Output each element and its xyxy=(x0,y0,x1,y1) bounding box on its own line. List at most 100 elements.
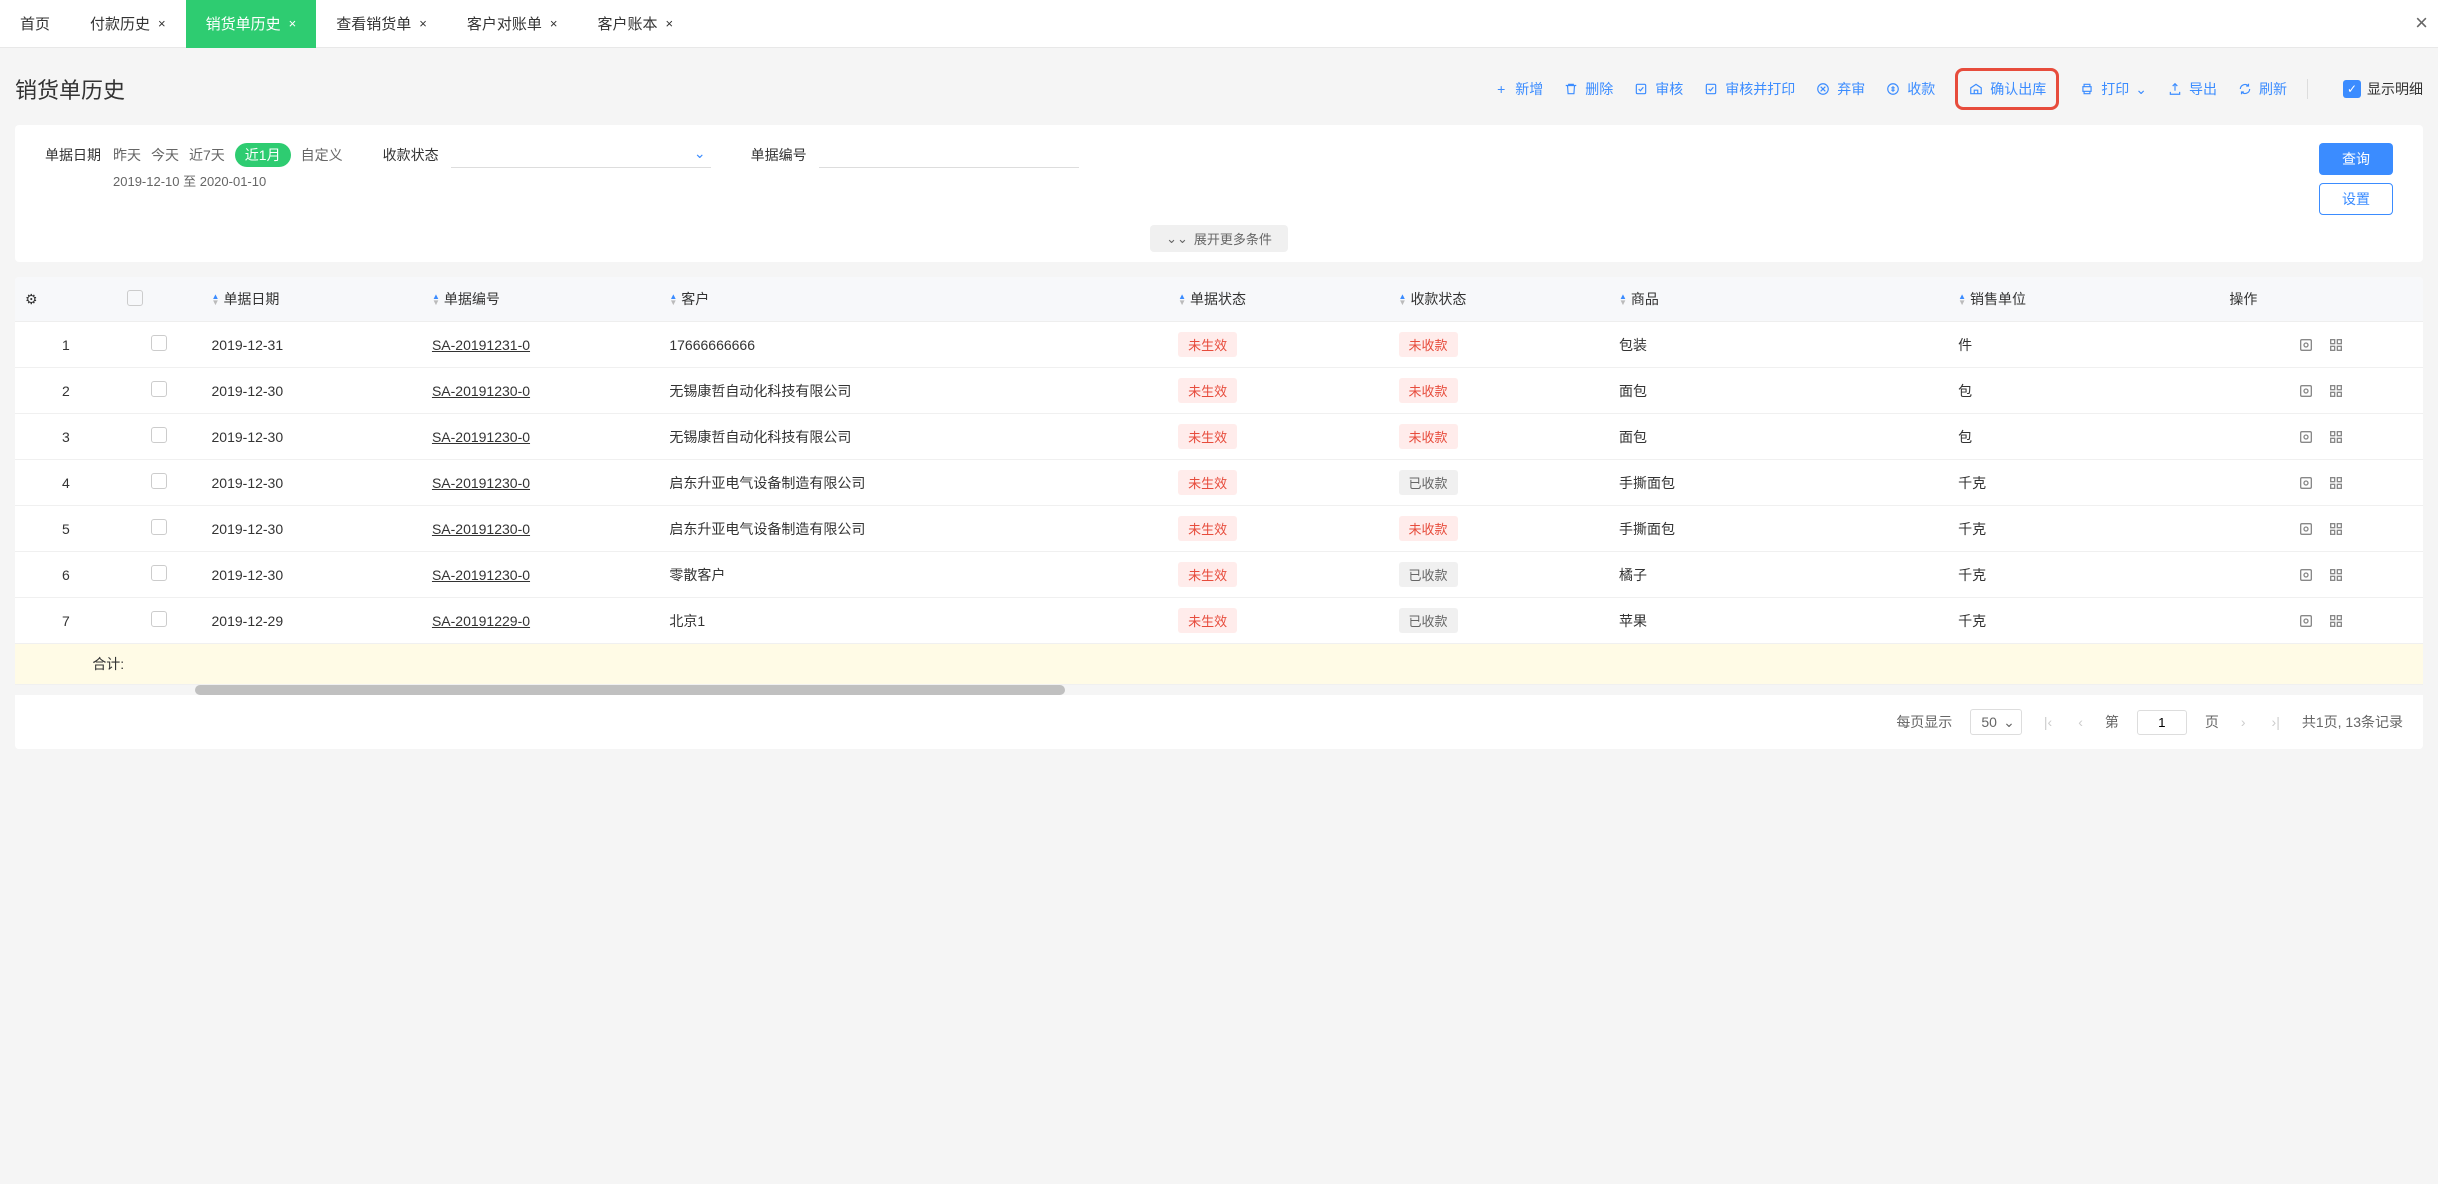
doc-no-link[interactable]: SA-20191230-0 xyxy=(432,567,530,583)
horizontal-scrollbar[interactable] xyxy=(15,685,2423,695)
cell-customer: 零散客户 xyxy=(659,552,1168,598)
row-checkbox[interactable] xyxy=(151,611,167,627)
view-icon[interactable] xyxy=(2297,428,2315,446)
view-icon[interactable] xyxy=(2297,336,2315,354)
more-icon[interactable] xyxy=(2327,520,2345,538)
gear-icon[interactable]: ⚙ xyxy=(25,291,38,307)
print-button[interactable]: 打印⌄ xyxy=(2079,79,2147,99)
more-icon[interactable] xyxy=(2327,566,2345,584)
row-checkbox[interactable] xyxy=(151,519,167,535)
row-index: 6 xyxy=(15,552,117,598)
status-badge: 未生效 xyxy=(1178,332,1237,357)
doc-no-link[interactable]: SA-20191230-0 xyxy=(432,521,530,537)
cell-customer: 北京1 xyxy=(659,598,1168,644)
close-all-icon[interactable]: × xyxy=(2415,10,2428,36)
date-pill-today[interactable]: 今天 xyxy=(151,145,179,165)
doc-no-link[interactable]: SA-20191230-0 xyxy=(432,429,530,445)
sort-icon: ▲▼ xyxy=(1619,294,1627,306)
table-row: 52019-12-30SA-20191230-0启东升亚电气设备制造有限公司未生… xyxy=(15,506,2423,552)
show-detail-toggle[interactable]: ✓显示明细 xyxy=(2343,79,2423,99)
chevron-down-icon: ⌄ xyxy=(2003,714,2015,731)
view-icon[interactable] xyxy=(2297,612,2315,630)
tab-sales-history[interactable]: 销货单历史× xyxy=(186,0,317,48)
more-icon[interactable] xyxy=(2327,612,2345,630)
doc-no-link[interactable]: SA-20191230-0 xyxy=(432,383,530,399)
pay-status-select[interactable] xyxy=(451,143,711,168)
date-pill-1month[interactable]: 近1月 xyxy=(235,143,291,167)
view-icon[interactable] xyxy=(2297,520,2315,538)
expand-filters-button[interactable]: ⌄⌄展开更多条件 xyxy=(1150,225,1288,252)
view-icon[interactable] xyxy=(2297,474,2315,492)
doc-no-link[interactable]: SA-20191231-0 xyxy=(432,337,530,353)
cell-date: 2019-12-30 xyxy=(202,460,422,506)
add-button[interactable]: +新增 xyxy=(1493,79,1543,99)
scrollbar-thumb[interactable] xyxy=(195,685,1065,695)
export-button[interactable]: 导出 xyxy=(2167,79,2217,99)
row-checkbox[interactable] xyxy=(151,427,167,443)
close-icon[interactable]: × xyxy=(289,16,297,31)
filter-label: 单据编号 xyxy=(751,143,807,165)
delete-button[interactable]: 删除 xyxy=(1563,79,1613,99)
tab-customer-ledger[interactable]: 客户账本× xyxy=(577,0,693,48)
chevron-down-icon[interactable]: ⌄ xyxy=(694,145,706,162)
unaudit-button[interactable]: 弃审 xyxy=(1815,79,1865,99)
col-customer-header[interactable]: ▲▼客户 xyxy=(659,277,1168,322)
next-page-button[interactable]: › xyxy=(2237,714,2250,730)
date-pill-yesterday[interactable]: 昨天 xyxy=(113,145,141,165)
refresh-button[interactable]: 刷新 xyxy=(2237,79,2287,99)
row-checkbox[interactable] xyxy=(151,381,167,397)
doc-no-link[interactable]: SA-20191230-0 xyxy=(432,475,530,491)
tab-home[interactable]: 首页 xyxy=(0,0,70,48)
refresh-icon xyxy=(2237,81,2253,97)
cell-date: 2019-12-31 xyxy=(202,322,422,368)
close-icon[interactable]: × xyxy=(419,16,427,31)
more-icon[interactable] xyxy=(2327,474,2345,492)
col-paystatus-header[interactable]: ▲▼收款状态 xyxy=(1389,277,1609,322)
row-index: 1 xyxy=(15,322,117,368)
pay-status-badge: 已收款 xyxy=(1399,562,1458,587)
filter-doc-no: 单据编号 xyxy=(751,143,1079,168)
per-page-select[interactable]: 50⌄ xyxy=(1970,709,2022,735)
prev-page-button[interactable]: ‹ xyxy=(2074,714,2087,730)
last-page-button[interactable]: ›| xyxy=(2268,714,2284,730)
view-icon[interactable] xyxy=(2297,566,2315,584)
confirm-outbound-button[interactable]: 确认出库 xyxy=(1955,68,2059,110)
page-summary: 共1页, 13条记录 xyxy=(2302,712,2403,732)
date-pill-7days[interactable]: 近7天 xyxy=(189,145,225,165)
close-icon[interactable]: × xyxy=(158,16,166,31)
audit-button[interactable]: 审核 xyxy=(1633,79,1683,99)
row-checkbox[interactable] xyxy=(151,335,167,351)
select-all-checkbox[interactable] xyxy=(127,290,143,306)
more-icon[interactable] xyxy=(2327,382,2345,400)
date-pill-custom[interactable]: 自定义 xyxy=(301,145,343,165)
tab-customer-statement[interactable]: 客户对账单× xyxy=(447,0,578,48)
status-badge: 未生效 xyxy=(1178,516,1237,541)
doc-no-link[interactable]: SA-20191229-0 xyxy=(432,613,530,629)
close-icon[interactable]: × xyxy=(550,16,558,31)
sort-icon: ▲▼ xyxy=(669,294,677,306)
first-page-button[interactable]: |‹ xyxy=(2040,714,2056,730)
status-badge: 未生效 xyxy=(1178,424,1237,449)
query-button[interactable]: 查询 xyxy=(2319,143,2393,175)
audit-print-button[interactable]: 审核并打印 xyxy=(1703,79,1795,99)
page-input[interactable] xyxy=(2137,710,2187,735)
doc-no-input[interactable] xyxy=(819,143,1079,168)
more-icon[interactable] xyxy=(2327,428,2345,446)
col-docno-header[interactable]: ▲▼单据编号 xyxy=(422,277,659,322)
tab-view-sales[interactable]: 查看销货单× xyxy=(316,0,447,48)
col-unit-header[interactable]: ▲▼销售单位 xyxy=(1948,277,2219,322)
close-icon[interactable]: × xyxy=(665,16,673,31)
row-checkbox[interactable] xyxy=(151,473,167,489)
col-status-header[interactable]: ▲▼单据状态 xyxy=(1168,277,1388,322)
more-icon[interactable] xyxy=(2327,336,2345,354)
row-checkbox[interactable] xyxy=(151,565,167,581)
tab-payment-history[interactable]: 付款历史× xyxy=(70,0,186,48)
col-date-header[interactable]: ▲▼单据日期 xyxy=(202,277,422,322)
table-row: 22019-12-30SA-20191230-0无锡康哲自动化科技有限公司未生效… xyxy=(15,368,2423,414)
setup-button[interactable]: 设置 xyxy=(2319,183,2393,215)
receipt-button[interactable]: 收款 xyxy=(1885,79,1935,99)
cell-unit: 件 xyxy=(1948,322,2219,368)
col-product-header[interactable]: ▲▼商品 xyxy=(1609,277,1948,322)
view-icon[interactable] xyxy=(2297,382,2315,400)
status-badge: 未生效 xyxy=(1178,608,1237,633)
